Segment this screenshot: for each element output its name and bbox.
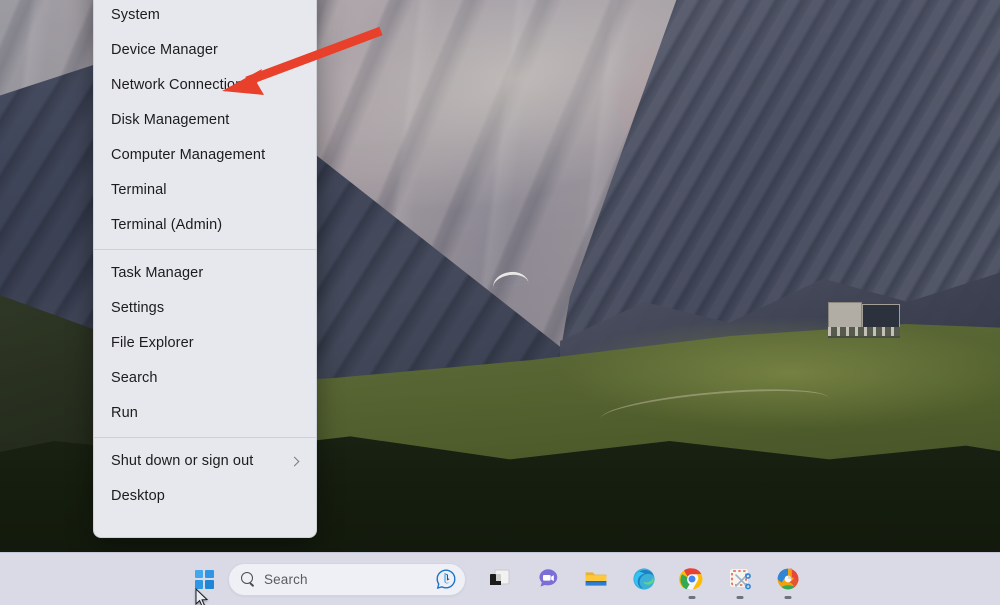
winx-item-label: Shut down or sign out	[111, 453, 254, 470]
winx-item-settings[interactable]: Settings	[94, 291, 316, 326]
windows-logo-icon	[194, 569, 214, 589]
file-explorer-icon	[583, 566, 609, 592]
arrow-cursor	[195, 588, 209, 605]
winx-item-file-explorer[interactable]: File Explorer	[94, 326, 316, 361]
winx-separator-1	[94, 249, 316, 250]
snipping-tool-icon	[727, 566, 753, 599]
winx-group-1: Event Viewer System Device Manager Netwo…	[94, 0, 316, 243]
taskbar-app-microsoft-edge[interactable]	[624, 559, 664, 599]
winx-item-label: Network Connections	[111, 77, 251, 94]
taskbar-app-microsoft-edge-dev[interactable]	[768, 559, 808, 599]
winx-group-2: Task Manager Settings File Explorer Sear…	[94, 256, 316, 431]
taskbar-app-snipping-tool[interactable]	[720, 559, 760, 599]
search-placeholder-text: Search	[264, 571, 308, 587]
winx-item-terminal[interactable]: Terminal	[94, 173, 316, 208]
winx-item-label: Device Manager	[111, 42, 218, 59]
winx-item-computer-management[interactable]: Computer Management	[94, 138, 316, 173]
winx-item-label: Computer Management	[111, 147, 266, 164]
winx-item-search[interactable]: Search	[94, 361, 316, 396]
winx-item-system[interactable]: System	[94, 0, 316, 33]
chevron-right-icon	[288, 455, 302, 469]
taskbar-app-task-view[interactable]	[480, 559, 520, 599]
winx-item-label: Search	[111, 370, 158, 387]
winx-item-label: Desktop	[111, 488, 165, 505]
edge-dev-icon	[775, 566, 801, 599]
winx-item-label: File Explorer	[111, 335, 194, 352]
winx-item-network-connections[interactable]: Network Connections	[94, 68, 316, 103]
running-indicator	[784, 596, 792, 599]
winx-item-shut-down-or-sign-out[interactable]: Shut down or sign out	[94, 444, 316, 479]
taskbar-app-google-chrome[interactable]	[672, 559, 712, 599]
winx-item-desktop[interactable]: Desktop	[94, 479, 316, 514]
running-indicator	[688, 596, 696, 599]
winx-item-label: System	[111, 7, 160, 24]
winx-power-user-menu[interactable]: Event Viewer System Device Manager Netwo…	[93, 0, 317, 538]
winx-item-terminal-admin[interactable]: Terminal (Admin)	[94, 208, 316, 243]
bing-chat-icon[interactable]	[435, 568, 457, 590]
winx-item-label: Disk Management	[111, 112, 230, 129]
winx-item-label: Task Manager	[111, 265, 204, 282]
chrome-icon	[679, 566, 705, 599]
search-icon	[241, 572, 255, 586]
search-input[interactable]: Search	[228, 562, 466, 596]
taskbar-app-file-explorer[interactable]	[576, 559, 616, 599]
winx-item-device-manager[interactable]: Device Manager	[94, 33, 316, 68]
desktop-screen: Event Viewer System Device Manager Netwo…	[0, 0, 1000, 605]
winx-item-run[interactable]: Run	[94, 396, 316, 431]
winx-item-label: Terminal (Admin)	[111, 217, 223, 234]
chat-icon	[535, 566, 561, 592]
winx-item-task-manager[interactable]: Task Manager	[94, 256, 316, 291]
taskbar-app-list	[480, 559, 808, 599]
taskbar-app-chat[interactable]	[528, 559, 568, 599]
edge-icon	[631, 566, 657, 592]
winx-item-label: Run	[111, 405, 138, 422]
winx-group-3: Shut down or sign out Desktop	[94, 444, 316, 514]
winx-separator-2	[94, 437, 316, 438]
running-indicator	[736, 596, 744, 599]
winx-item-label: Terminal	[111, 182, 167, 199]
winx-item-disk-management[interactable]: Disk Management	[94, 103, 316, 138]
task-view-icon	[487, 566, 513, 592]
taskbar: Search	[0, 552, 1000, 605]
winx-item-label: Settings	[111, 300, 165, 317]
